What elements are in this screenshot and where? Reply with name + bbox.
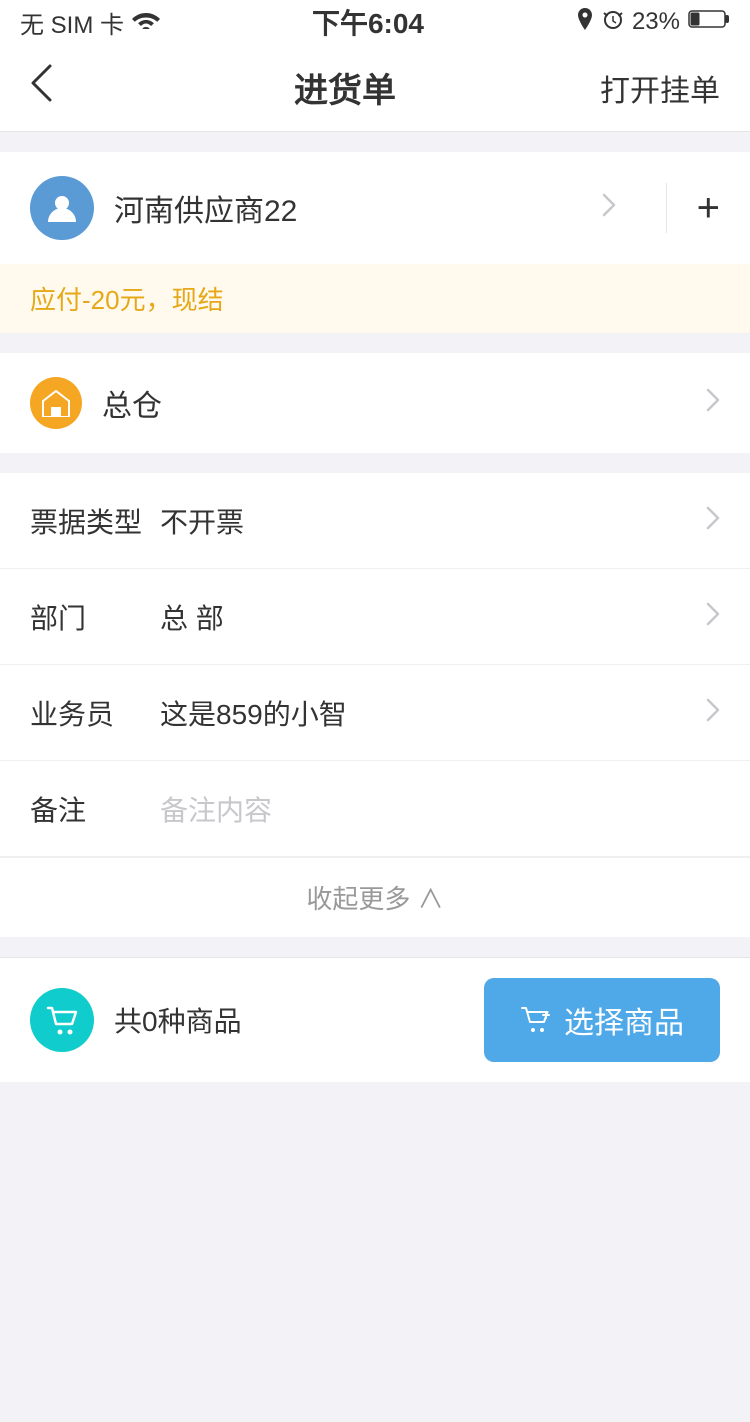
section-gap-2 — [0, 333, 750, 353]
status-time: 下午6:04 — [312, 2, 424, 42]
remark-placeholder: 备注内容 — [160, 789, 720, 829]
status-right: 23% — [576, 8, 730, 37]
supplier-row[interactable]: 河南供应商22 + — [0, 152, 750, 264]
battery-label: 23% — [632, 8, 680, 36]
warehouse-row[interactable]: 总仓 — [0, 353, 750, 453]
section-gap-4 — [0, 937, 750, 957]
supplier-name: 河南供应商22 — [114, 186, 602, 230]
cart-add-icon — [520, 1006, 552, 1034]
salesperson-chevron-icon — [706, 697, 720, 729]
form-section: 票据类型 不开票 部门 总 部 业务员 这是859的小智 备注 备注内容 — [0, 473, 750, 937]
select-product-label: 选择商品 — [564, 998, 684, 1042]
salesperson-value: 这是859的小智 — [160, 693, 706, 733]
invoice-type-chevron-icon — [706, 505, 720, 537]
status-left: 无 SIM 卡 — [20, 5, 160, 40]
invoice-type-label: 票据类型 — [30, 501, 160, 541]
open-pending-button[interactable]: 打开挂单 — [600, 66, 720, 110]
warehouse-chevron-icon — [706, 387, 720, 419]
nav-bar: 进货单 打开挂单 — [0, 44, 750, 132]
wifi-icon — [132, 8, 160, 36]
add-supplier-button[interactable]: + — [697, 186, 720, 231]
warehouse-name: 总仓 — [102, 381, 706, 425]
warehouse-icon — [30, 377, 82, 429]
collapse-row[interactable]: 收起更多 ∧ — [0, 857, 750, 937]
fill-area — [0, 1082, 750, 1382]
section-gap-1 — [0, 132, 750, 152]
battery-icon — [688, 8, 730, 36]
alarm-icon — [602, 8, 624, 37]
page-title: 进货单 — [294, 63, 396, 112]
salesperson-row[interactable]: 业务员 这是859的小智 — [0, 665, 750, 761]
back-button[interactable] — [30, 64, 90, 111]
remark-row[interactable]: 备注 备注内容 — [0, 761, 750, 857]
product-count: 共0种商品 — [114, 1000, 484, 1040]
notice-text: 应付-20元，现结 — [30, 285, 224, 315]
select-product-button[interactable]: 选择商品 — [484, 978, 720, 1062]
department-label: 部门 — [30, 597, 160, 637]
invoice-type-row[interactable]: 票据类型 不开票 — [0, 473, 750, 569]
supplier-section: 河南供应商22 + 应付-20元，现结 — [0, 152, 750, 333]
collapse-label: 收起更多 ∧ — [306, 879, 443, 916]
location-icon — [576, 8, 594, 37]
warehouse-section: 总仓 — [0, 353, 750, 453]
supplier-chevron-icon — [602, 192, 616, 224]
department-value: 总 部 — [160, 597, 706, 637]
department-chevron-icon — [706, 601, 720, 633]
invoice-type-value: 不开票 — [160, 501, 706, 541]
avatar — [30, 176, 94, 240]
salesperson-label: 业务员 — [30, 693, 160, 733]
main-content: 河南供应商22 + 应付-20元，现结 总仓 — [0, 132, 750, 1422]
department-row[interactable]: 部门 总 部 — [0, 569, 750, 665]
status-bar: 无 SIM 卡 下午6:04 23% — [0, 0, 750, 44]
section-gap-3 — [0, 453, 750, 473]
notice-bar: 应付-20元，现结 — [0, 264, 750, 333]
bottom-bar: 共0种商品 选择商品 — [0, 957, 750, 1082]
remark-label: 备注 — [30, 789, 160, 829]
cart-icon — [30, 988, 94, 1052]
vertical-divider — [666, 183, 667, 233]
carrier-label: 无 SIM 卡 — [20, 5, 124, 40]
